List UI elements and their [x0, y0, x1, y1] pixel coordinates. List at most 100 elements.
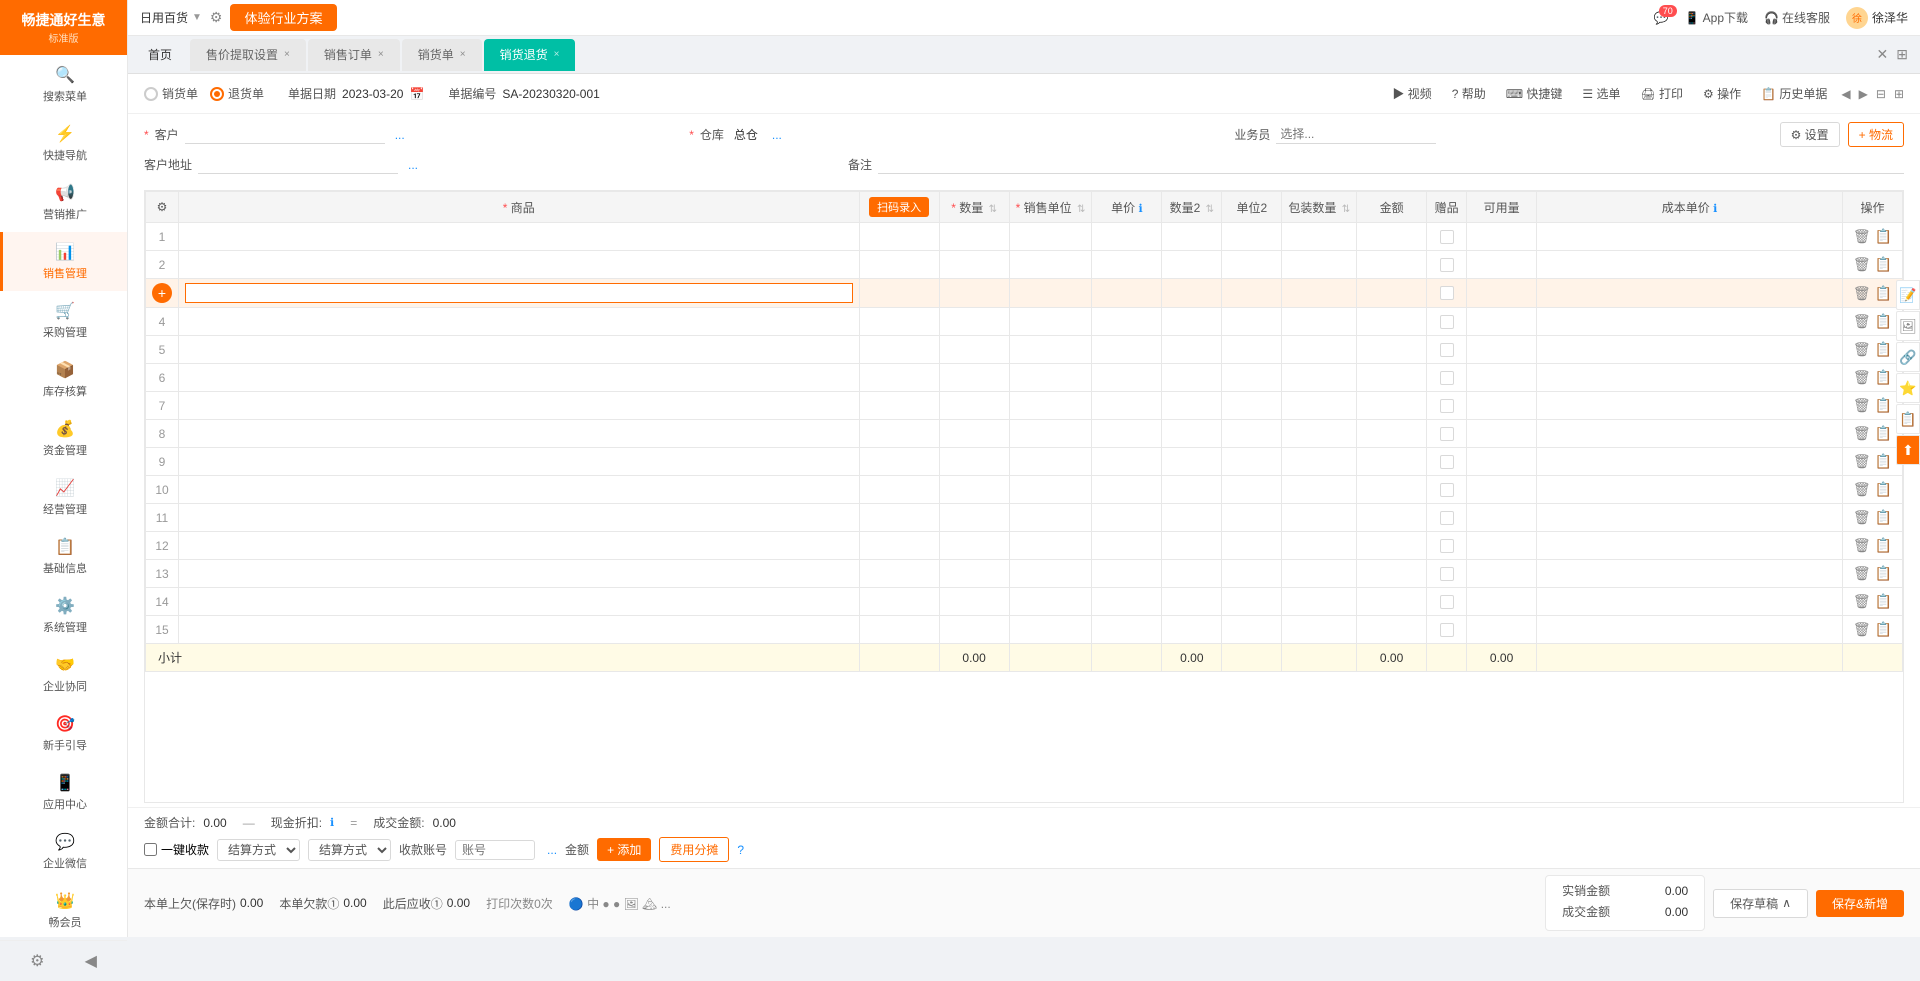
- form-customer-dots[interactable]: ...: [395, 128, 405, 142]
- sidebar-item-inventory[interactable]: 📦库存核算: [0, 350, 127, 409]
- form-action-help[interactable]: ? 帮助: [1446, 82, 1492, 105]
- copy-icon-7[interactable]: 📋: [1875, 397, 1892, 414]
- copy-icon-15[interactable]: 📋: [1875, 621, 1892, 638]
- delete-icon-5[interactable]: 🗑: [1853, 341, 1871, 358]
- gift-check-8[interactable]: [1440, 427, 1454, 441]
- form-salesperson-input[interactable]: [1276, 125, 1436, 144]
- delete-icon-8[interactable]: 🗑: [1853, 425, 1871, 442]
- radio-return[interactable]: 退货单: [210, 85, 264, 102]
- form-action-shortcut[interactable]: ⌨ 快捷键: [1500, 82, 1569, 105]
- quick-action-3[interactable]: 🔗: [1896, 342, 1920, 372]
- tab-home[interactable]: 首页: [132, 39, 188, 71]
- delete-icon-2[interactable]: 🗑: [1853, 256, 1871, 273]
- footer-one-click[interactable]: 一键收款: [144, 841, 209, 858]
- quick-action-1[interactable]: 📝: [1896, 280, 1920, 310]
- form-action-video[interactable]: ▶ 视频: [1386, 82, 1437, 105]
- copy-icon-1[interactable]: 📋: [1875, 228, 1892, 245]
- form-action-grid1[interactable]: ⊟: [1876, 87, 1886, 101]
- form-customer-input[interactable]: [185, 125, 385, 144]
- form-address-dots[interactable]: ...: [408, 158, 418, 172]
- form-warehouse-dots[interactable]: ...: [772, 128, 782, 142]
- tab-sales-order-close[interactable]: ×: [378, 49, 384, 60]
- form-action-history[interactable]: 📋 历史单据: [1755, 82, 1833, 105]
- copy-icon-14[interactable]: 📋: [1875, 593, 1892, 610]
- copy-icon-3[interactable]: 📋: [1875, 285, 1892, 302]
- sidebar-item-newbie[interactable]: 🎯新手引导: [0, 704, 127, 763]
- tab-sales-return-close[interactable]: ×: [554, 49, 560, 60]
- quick-action-2[interactable]: 🖼: [1896, 311, 1920, 341]
- copy-icon-2[interactable]: 📋: [1875, 256, 1892, 273]
- footer-add-btn[interactable]: + 添加: [597, 838, 651, 861]
- quick-action-6[interactable]: ⬆: [1896, 435, 1920, 465]
- th-qty-sort[interactable]: ⇅: [989, 204, 997, 215]
- copy-icon-11[interactable]: 📋: [1875, 509, 1892, 526]
- form-action-prev[interactable]: ◀: [1841, 87, 1850, 101]
- delete-icon-13[interactable]: 🗑: [1853, 565, 1871, 582]
- th-pack-sort[interactable]: ⇅: [1342, 204, 1350, 215]
- topbar-online-service[interactable]: 🎧 在线客服: [1764, 9, 1830, 26]
- sidebar-item-marketing[interactable]: 📢营销推广: [0, 173, 127, 232]
- topbar-user[interactable]: 徐 徐泽华: [1846, 7, 1908, 29]
- delete-icon-14[interactable]: 🗑: [1853, 593, 1871, 610]
- quick-action-4[interactable]: ⭐: [1896, 373, 1920, 403]
- tab-sales-order[interactable]: 销售订单 ×: [308, 39, 400, 71]
- scan-btn[interactable]: 扫码录入: [869, 197, 929, 217]
- save-new-btn[interactable]: 保存&新增: [1816, 890, 1904, 917]
- footer-discount-info[interactable]: ℹ: [330, 816, 334, 829]
- copy-icon-4[interactable]: 📋: [1875, 313, 1892, 330]
- delete-icon-6[interactable]: 🗑: [1853, 369, 1871, 386]
- sidebar-item-appstore[interactable]: 📱应用中心: [0, 763, 127, 822]
- copy-icon-5[interactable]: 📋: [1875, 341, 1892, 358]
- radio-sales[interactable]: 销货单: [144, 85, 198, 102]
- copy-icon-9[interactable]: 📋: [1875, 453, 1892, 470]
- add-row-btn[interactable]: +: [152, 283, 172, 303]
- gift-check-11[interactable]: [1440, 511, 1454, 525]
- delete-icon-15[interactable]: 🗑: [1853, 621, 1871, 638]
- sidebar-item-shortcut[interactable]: ⚡快捷导航: [0, 114, 127, 173]
- footer-split-btn[interactable]: 费用分摊: [659, 837, 729, 862]
- delete-icon-7[interactable]: 🗑: [1853, 397, 1871, 414]
- th-price-info[interactable]: ℹ: [1138, 203, 1142, 215]
- gift-check-14[interactable]: [1440, 595, 1454, 609]
- sidebar-settings-icon[interactable]: ⚙: [30, 951, 44, 971]
- tab-price-settings-close[interactable]: ×: [284, 49, 290, 60]
- th-qty2-sort[interactable]: ⇅: [1206, 204, 1214, 215]
- footer-settle-method[interactable]: 结算方式: [217, 839, 300, 861]
- tab-sales-return[interactable]: 销货退货 ×: [484, 39, 576, 71]
- form-settings-btn[interactable]: ⚙ 设置: [1780, 122, 1840, 147]
- form-action-select[interactable]: ☰ 选单: [1576, 82, 1626, 105]
- form-remark-input[interactable]: [878, 155, 1904, 174]
- gift-check-12[interactable]: [1440, 539, 1454, 553]
- tab-close-all-icon[interactable]: ✕: [1877, 46, 1889, 63]
- topbar-app-download[interactable]: 📱 App下载: [1685, 9, 1748, 26]
- topbar-message[interactable]: 💬 70: [1654, 11, 1669, 25]
- tab-sales-delivery-close[interactable]: ×: [460, 49, 466, 60]
- gift-check-3[interactable]: [1440, 286, 1454, 300]
- th-unit-sort[interactable]: ⇅: [1077, 204, 1085, 215]
- footer-one-click-check[interactable]: [144, 843, 157, 856]
- quick-action-5[interactable]: 📋: [1896, 404, 1920, 434]
- sidebar-item-search[interactable]: 🔍搜索菜单: [0, 55, 127, 114]
- topbar-department-dropdown[interactable]: 日用百货 ▼: [140, 9, 202, 26]
- sidebar-item-finance[interactable]: 💰资金管理: [0, 409, 127, 468]
- gift-check-13[interactable]: [1440, 567, 1454, 581]
- footer-collect-account-input[interactable]: [455, 840, 535, 860]
- th-cost-info[interactable]: ℹ: [1713, 203, 1717, 215]
- delete-icon-9[interactable]: 🗑: [1853, 453, 1871, 470]
- gift-check-15[interactable]: [1440, 623, 1454, 637]
- sidebar-item-member[interactable]: 👑畅会员: [0, 881, 127, 940]
- topbar-trial-btn[interactable]: 体验行业方案: [230, 4, 336, 31]
- delete-icon-12[interactable]: 🗑: [1853, 537, 1871, 554]
- gift-check-6[interactable]: [1440, 371, 1454, 385]
- footer-calc-method[interactable]: 结算方式: [308, 839, 391, 861]
- tab-price-settings[interactable]: 售价提取设置 ×: [190, 39, 306, 71]
- form-action-print[interactable]: 🖨 打印: [1634, 82, 1689, 105]
- delete-icon-4[interactable]: 🗑: [1853, 313, 1871, 330]
- gift-check-2[interactable]: [1440, 258, 1454, 272]
- form-action-next[interactable]: ▶: [1859, 87, 1868, 101]
- topbar-gear-icon[interactable]: ⚙: [210, 9, 223, 26]
- form-action-grid2[interactable]: ⊞: [1894, 87, 1904, 101]
- gift-check-10[interactable]: [1440, 483, 1454, 497]
- tab-sales-delivery[interactable]: 销货单 ×: [402, 39, 482, 71]
- sidebar-item-operation[interactable]: 📈经营管理: [0, 468, 127, 527]
